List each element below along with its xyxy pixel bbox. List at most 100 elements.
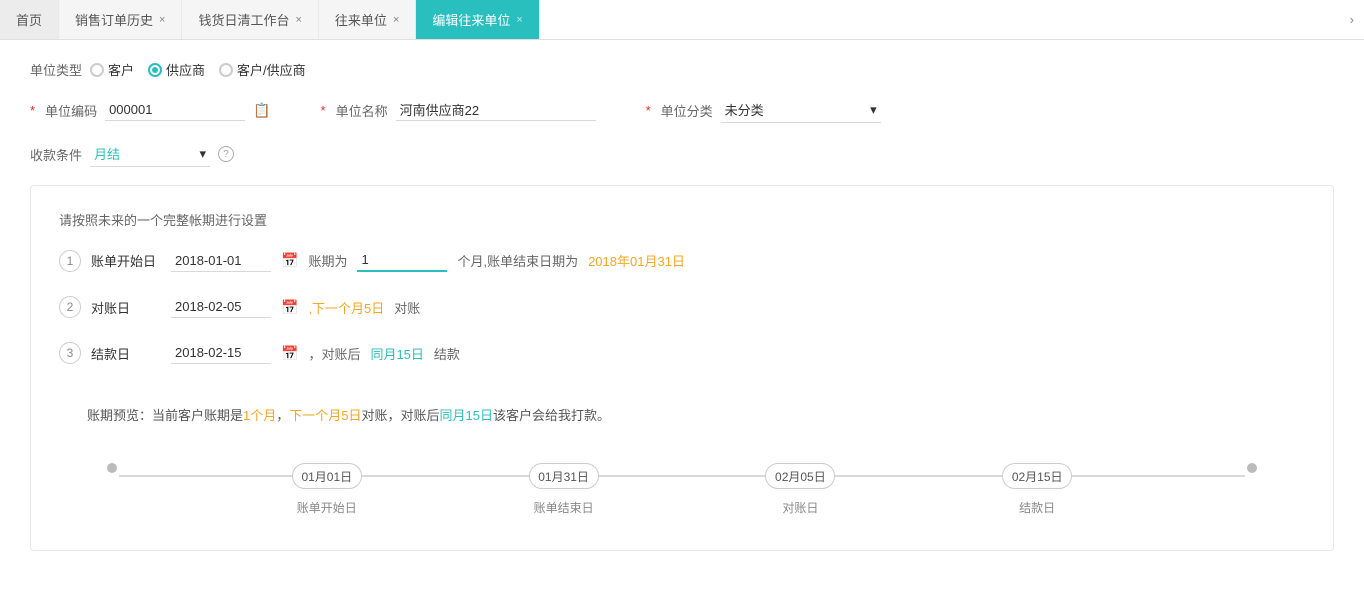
setting-row-2: 2 对账日 📅 ,下一个月5日 对账 xyxy=(59,296,1305,318)
tab-more-button[interactable]: › xyxy=(1340,0,1364,39)
tab-edit-unit[interactable]: 编辑往来单位 × xyxy=(416,0,539,39)
tab-home[interactable]: 首页 xyxy=(0,0,59,39)
radio-customer-label: 客户 xyxy=(108,60,134,79)
timeline-dot-2: 02月05日 xyxy=(765,463,835,489)
tab-sales-history[interactable]: 销售订单历史 × xyxy=(59,0,182,39)
tab-sales-history-label: 销售订单历史 xyxy=(75,10,153,29)
card-title: 请按照未来的一个完整帐期进行设置 xyxy=(59,210,1305,229)
row-3-date-input[interactable] xyxy=(171,342,271,364)
preview-p1: 1个月 xyxy=(243,408,276,423)
unit-name-field: * 单位名称 xyxy=(321,99,596,121)
preview-section: 账期预览：当前客户账期是1个月，下一个月5日对账，对账后同月15日该客户会给我打… xyxy=(59,388,1305,443)
row-1-period-end: 2018年01月31日 xyxy=(588,251,685,270)
row-3-suffix-normal: 结款 xyxy=(434,344,460,363)
payment-value: 月结 xyxy=(94,144,195,163)
timeline-label-2: 02月05日 xyxy=(775,468,826,485)
payment-select[interactable]: 月结 ▾ xyxy=(90,141,210,167)
timeline-desc-3: 结款日 xyxy=(1019,499,1055,516)
tab-unit[interactable]: 往来单位 × xyxy=(319,0,416,39)
timeline-desc-2: 对账日 xyxy=(782,499,818,516)
tab-edit-unit-label: 编辑往来单位 xyxy=(432,10,510,29)
unit-code-field: * 单位编码 📋 xyxy=(30,99,271,121)
unit-type-label: 单位类型 xyxy=(30,60,82,79)
row-2-num: 2 xyxy=(59,296,81,318)
payment-help-icon[interactable]: ? xyxy=(218,146,234,162)
unit-code-label: 单位编码 xyxy=(45,101,97,120)
row-3-suffix-prefix: ，对账后 xyxy=(308,344,360,363)
timeline-label-3: 02月15日 xyxy=(1012,468,1063,485)
unit-code-input[interactable] xyxy=(105,99,245,121)
row-2-field: 对账日 xyxy=(91,298,161,317)
row-3-calendar-icon[interactable]: 📅 xyxy=(281,345,298,362)
tab-bar: 首页 销售订单历史 × 钱货日清工作台 × 往来单位 × 编辑往来单位 × › xyxy=(0,0,1364,40)
row-3-num: 3 xyxy=(59,342,81,364)
radio-supplier-label: 供应商 xyxy=(166,60,205,79)
unit-class-required: * xyxy=(646,103,651,118)
row-2-calendar-icon[interactable]: 📅 xyxy=(281,299,298,316)
row-2-suffix-highlight: ,下一个月5日 xyxy=(308,298,384,317)
preview-text: 账期预览：当前客户账期是1个月，下一个月5日对账，对账后同月15日该客户会给我打… xyxy=(87,404,1277,427)
tab-edit-unit-close[interactable]: × xyxy=(516,14,522,26)
unit-class-value: 未分类 xyxy=(725,100,866,119)
radio-both-label: 客户/供应商 xyxy=(237,60,306,79)
preview-p3: 同月15日 xyxy=(440,408,493,423)
radio-supplier[interactable]: 供应商 xyxy=(148,60,205,79)
timeline-right-end-dot xyxy=(1247,463,1257,473)
timeline-item-1: 01月31日 账单结束日 xyxy=(529,463,599,516)
timeline-wrapper: 01月01日 账单开始日 01月31日 账单结束日 02月05日 对账日 xyxy=(59,443,1305,526)
preview-p2-suffix: 对账，对账后 xyxy=(362,408,440,423)
timeline-dot-3: 02月15日 xyxy=(1002,463,1072,489)
row-1-period-suffix: 个月,账单结束日期为 xyxy=(457,251,578,270)
payment-chevron-icon: ▾ xyxy=(199,146,206,162)
timeline-item-0: 01月01日 账单开始日 xyxy=(292,463,362,516)
tab-sales-history-close[interactable]: × xyxy=(159,14,165,26)
unit-info-row: * 单位编码 📋 * 单位名称 * 单位分类 未分类 ▾ xyxy=(30,97,1334,123)
preview-p3-suffix: 该客户会给我打款。 xyxy=(493,408,610,423)
unit-class-label: 单位分类 xyxy=(661,101,713,120)
row-1-num: 1 xyxy=(59,250,81,272)
unit-name-label: 单位名称 xyxy=(336,101,388,120)
payment-label: 收款条件 xyxy=(30,145,82,164)
payment-row: 收款条件 月结 ▾ ? xyxy=(30,141,1334,167)
timeline-desc-1: 账单结束日 xyxy=(534,499,594,516)
unit-code-required: * xyxy=(30,103,35,118)
unit-type-field: 单位类型 客户 供应商 客户/供应商 xyxy=(30,60,306,79)
row-3-field: 结款日 xyxy=(91,344,161,363)
timeline-start-dot xyxy=(107,463,117,516)
unit-name-required: * xyxy=(321,103,326,118)
unit-class-select[interactable]: 未分类 ▾ xyxy=(721,97,881,123)
row-1-period-input[interactable] xyxy=(357,249,447,272)
unit-class-chevron-icon: ▾ xyxy=(870,102,877,118)
row-1-date-input[interactable] xyxy=(171,250,271,272)
radio-group-unit-type: 客户 供应商 客户/供应商 xyxy=(90,60,306,79)
row-1-calendar-icon[interactable]: 📅 xyxy=(281,252,298,269)
radio-customer[interactable]: 客户 xyxy=(90,60,134,79)
row-1-period-prefix: 账期为 xyxy=(308,251,347,270)
radio-both[interactable]: 客户/供应商 xyxy=(219,60,306,79)
setting-row-3: 3 结款日 📅 ，对账后 同月15日 结款 xyxy=(59,342,1305,364)
row-3-suffix-highlight: 同月15日 xyxy=(370,344,423,363)
tab-unit-close[interactable]: × xyxy=(393,14,399,26)
preview-prefix: 账期预览：当前客户账期是 xyxy=(87,408,243,423)
tab-cash-work-close[interactable]: × xyxy=(295,14,301,26)
row-1-field: 账单开始日 xyxy=(91,251,161,270)
timeline-item-3: 02月15日 结款日 xyxy=(1002,463,1072,516)
timeline-desc-0: 账单开始日 xyxy=(297,499,357,516)
timeline-item-2: 02月05日 对账日 xyxy=(765,463,835,516)
timeline-dot-0: 01月01日 xyxy=(292,463,362,489)
row-2-date-input[interactable] xyxy=(171,296,271,318)
tab-unit-label: 往来单位 xyxy=(335,10,387,29)
payment-field: 收款条件 月结 ▾ ? xyxy=(30,141,234,167)
radio-supplier-circle xyxy=(148,63,162,77)
timeline-end-dot xyxy=(1247,463,1257,516)
unit-code-icon[interactable]: 📋 xyxy=(253,102,270,119)
timeline-label-1: 01月31日 xyxy=(538,468,589,485)
preview-p1-suffix: ， xyxy=(276,408,289,423)
timeline-items: 01月01日 账单开始日 01月31日 账单结束日 02月05日 对账日 xyxy=(87,463,1277,516)
setting-row-1: 1 账单开始日 📅 账期为 个月,账单结束日期为 2018年01月31日 xyxy=(59,249,1305,272)
unit-name-input[interactable] xyxy=(396,99,596,121)
unit-class-field: * 单位分类 未分类 ▾ xyxy=(646,97,881,123)
radio-customer-circle xyxy=(90,63,104,77)
tab-cash-work[interactable]: 钱货日清工作台 × xyxy=(182,0,318,39)
radio-both-circle xyxy=(219,63,233,77)
